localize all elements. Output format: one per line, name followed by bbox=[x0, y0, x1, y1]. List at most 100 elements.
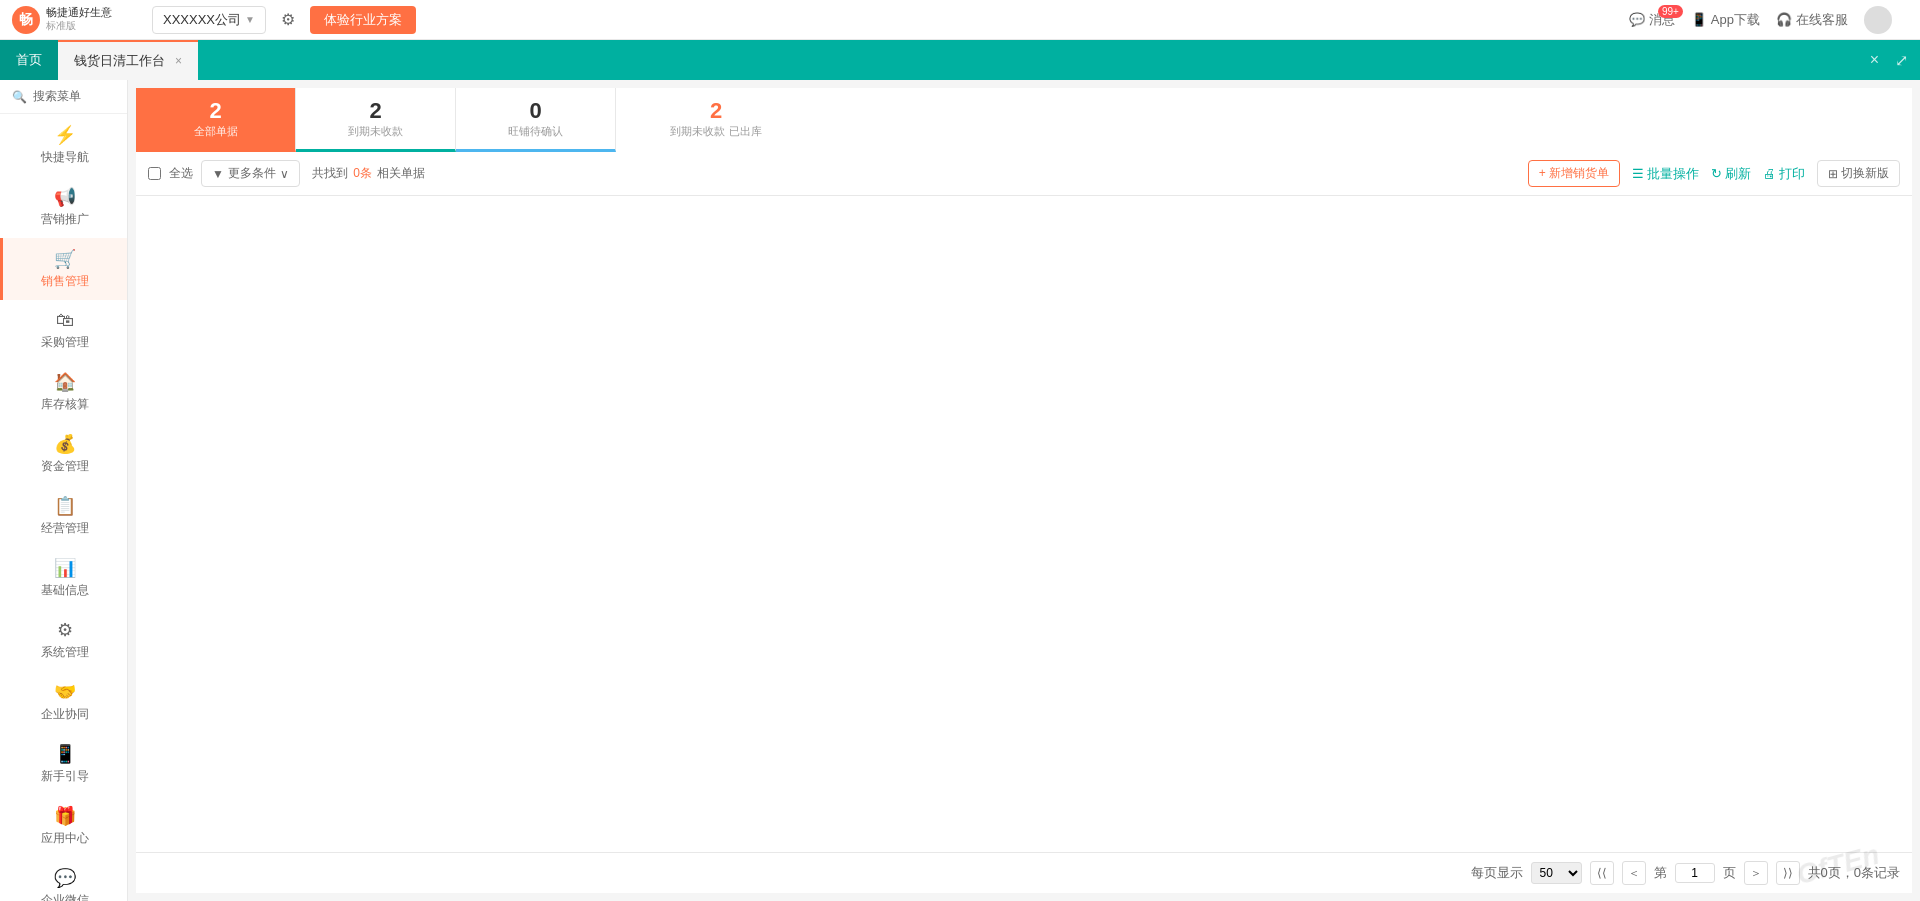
filter-icon: ▼ bbox=[212, 167, 224, 181]
total-records-label: 共0页，0条记录 bbox=[1808, 864, 1900, 882]
last-page-button[interactable]: ⟩⟩ bbox=[1776, 861, 1800, 885]
sidebar-label-finance: 资金管理 bbox=[41, 458, 89, 475]
sidebar-item-operations[interactable]: 📋 经营管理 bbox=[0, 485, 127, 547]
refresh-button[interactable]: ↻ 刷新 bbox=[1711, 165, 1751, 183]
sidebar-item-guide[interactable]: 📱 新手引导 bbox=[0, 733, 127, 795]
sidebar-search[interactable]: 🔍 搜索菜单 bbox=[0, 80, 127, 114]
app-download-button[interactable]: 📱 App下载 bbox=[1691, 11, 1760, 29]
sidebar-item-system[interactable]: ⚙ 系统管理 bbox=[0, 609, 127, 671]
search-menu-label: 搜索菜单 bbox=[33, 88, 81, 105]
chevron-down-icon: ▼ bbox=[245, 14, 255, 25]
logo-title: 畅捷通好生意 bbox=[46, 6, 112, 19]
found-prefix: 共找到 bbox=[312, 166, 348, 180]
weixin-icon: 💬 bbox=[54, 867, 76, 889]
sidebar-label-marketing: 营销推广 bbox=[41, 211, 89, 228]
quick-nav-icon: ⚡ bbox=[54, 124, 76, 146]
next-page-button[interactable]: ＞ bbox=[1744, 861, 1768, 885]
company-selector[interactable]: XXXXXX公司 ▼ bbox=[152, 6, 266, 34]
tab-close-icon[interactable]: × bbox=[175, 54, 182, 68]
tab-close-window-icon[interactable]: × bbox=[1866, 47, 1883, 73]
sidebar-item-base-info[interactable]: 📊 基础信息 bbox=[0, 547, 127, 609]
table-area bbox=[136, 196, 1912, 852]
tab-maximize-icon[interactable]: ⤢ bbox=[1891, 47, 1912, 74]
finance-icon: 💰 bbox=[54, 433, 76, 455]
stat-count-all: 2 bbox=[152, 98, 279, 124]
switch-icon: ⊞ bbox=[1828, 167, 1838, 181]
stat-tab-overdue[interactable]: 2 到期未收款 bbox=[296, 88, 456, 152]
avatar[interactable] bbox=[1864, 6, 1892, 34]
stat-tab-shipped[interactable]: 2 到期未收款 已出库 bbox=[616, 88, 816, 152]
workbench-tab-label: 钱货日清工作台 bbox=[74, 52, 165, 70]
purchase-icon: 🛍 bbox=[56, 310, 74, 331]
logo-subtitle: 标准版 bbox=[46, 19, 112, 33]
sidebar-item-sales[interactable]: 🛒 销售管理 bbox=[0, 238, 127, 300]
sidebar-item-inventory[interactable]: 🏠 库存核算 bbox=[0, 361, 127, 423]
sales-icon: 🛒 bbox=[54, 248, 76, 270]
tab-home[interactable]: 首页 bbox=[0, 40, 58, 80]
tab-bar-right: × ⤢ bbox=[1866, 47, 1920, 74]
sidebar-item-weixin[interactable]: 💬 企业微信 bbox=[0, 857, 127, 901]
page-size-select[interactable]: 50 100 200 bbox=[1531, 862, 1582, 884]
sidebar-item-purchase[interactable]: 🛍 采购管理 bbox=[0, 300, 127, 361]
app-download-label: App下载 bbox=[1711, 11, 1760, 29]
print-button[interactable]: 🖨 打印 bbox=[1763, 165, 1805, 183]
tab-bar: 首页 钱货日清工作台 × × ⤢ bbox=[0, 40, 1920, 80]
sidebar-label-guide: 新手引导 bbox=[41, 768, 89, 785]
batch-action-button[interactable]: ☰ 批量操作 bbox=[1632, 165, 1699, 183]
prev-page-button[interactable]: ＜ bbox=[1622, 861, 1646, 885]
sidebar-label-purchase: 采购管理 bbox=[41, 334, 89, 351]
top-header: 畅 畅捷通好生意 标准版 XXXXXX公司 ▼ ⚙ 体验行业方案 💬 消息 99… bbox=[0, 0, 1920, 40]
first-page-button[interactable]: ⟨⟨ bbox=[1590, 861, 1614, 885]
print-icon: 🖨 bbox=[1763, 166, 1776, 181]
sidebar-label-quick-nav: 快捷导航 bbox=[41, 149, 89, 166]
sidebar-label-system: 系统管理 bbox=[41, 644, 89, 661]
sidebar-item-finance[interactable]: 💰 资金管理 bbox=[0, 423, 127, 485]
main-layout: 🔍 搜索菜单 ⚡ 快捷导航 📢 营销推广 🛒 销售管理 🛍 采购管理 🏠 库存核… bbox=[0, 80, 1920, 901]
settings-button[interactable]: ⚙ bbox=[274, 6, 302, 34]
batch-label: 批量操作 bbox=[1647, 165, 1699, 183]
stat-count-shipped: 2 bbox=[632, 98, 800, 124]
download-icon: 📱 bbox=[1691, 12, 1707, 27]
page-end-label: 页 bbox=[1723, 864, 1736, 882]
stat-count-overdue: 2 bbox=[312, 98, 439, 124]
sidebar-item-app-center[interactable]: 🎁 应用中心 bbox=[0, 795, 127, 857]
trial-button[interactable]: 体验行业方案 bbox=[310, 6, 416, 34]
found-suffix: 相关单据 bbox=[377, 166, 425, 180]
sidebar-label-weixin: 企业微信 bbox=[41, 892, 89, 901]
system-icon: ⚙ bbox=[57, 619, 73, 641]
header-right: 💬 消息 99+ 📱 App下载 🎧 在线客服 bbox=[1629, 6, 1908, 34]
sidebar-item-cooperation[interactable]: 🤝 企业协同 bbox=[0, 671, 127, 733]
guide-icon: 📱 bbox=[54, 743, 76, 765]
per-page-label: 每页显示 bbox=[1471, 864, 1523, 882]
stat-label-pending: 旺铺待确认 bbox=[472, 124, 599, 139]
toolbar-right: + 新增销货单 ☰ 批量操作 ↻ 刷新 🖨 打印 ⊞ 切换新版 bbox=[1528, 160, 1900, 187]
new-order-button[interactable]: + 新增销货单 bbox=[1528, 160, 1620, 187]
stat-label-overdue: 到期未收款 bbox=[312, 124, 439, 139]
chevron-icon: ∨ bbox=[280, 167, 289, 181]
batch-icon: ☰ bbox=[1632, 166, 1644, 181]
message-icon: 💬 bbox=[1629, 12, 1645, 27]
logo-icon: 畅 bbox=[12, 6, 40, 34]
more-conditions-button[interactable]: ▼ 更多条件 ∨ bbox=[201, 160, 300, 187]
refresh-icon: ↻ bbox=[1711, 166, 1722, 181]
select-all-checkbox[interactable] bbox=[148, 167, 161, 180]
online-service-label: 在线客服 bbox=[1796, 11, 1848, 29]
sidebar-label-app-center: 应用中心 bbox=[41, 830, 89, 847]
stat-tab-pending[interactable]: 0 旺铺待确认 bbox=[456, 88, 616, 152]
switch-version-button[interactable]: ⊞ 切换新版 bbox=[1817, 160, 1900, 187]
found-count: 0条 bbox=[353, 166, 372, 180]
page-number-input[interactable] bbox=[1675, 863, 1715, 883]
online-service-button[interactable]: 🎧 在线客服 bbox=[1776, 11, 1848, 29]
stat-tab-all[interactable]: 2 全部单据 bbox=[136, 88, 296, 152]
sidebar-item-marketing[interactable]: 📢 营销推广 bbox=[0, 176, 127, 238]
home-tab-label: 首页 bbox=[16, 51, 42, 69]
stat-label-shipped: 到期未收款 已出库 bbox=[632, 124, 800, 139]
stats-container: 2 全部单据 2 到期未收款 0 旺铺待确认 2 到期未收款 已出库 bbox=[136, 88, 1912, 152]
sidebar-item-quick-nav[interactable]: ⚡ 快捷导航 bbox=[0, 114, 127, 176]
found-text: 共找到 0条 相关单据 bbox=[312, 165, 425, 182]
sidebar-label-operations: 经营管理 bbox=[41, 520, 89, 537]
tab-workbench[interactable]: 钱货日清工作台 × bbox=[58, 40, 198, 80]
messages-button[interactable]: 💬 消息 99+ bbox=[1629, 11, 1675, 29]
marketing-icon: 📢 bbox=[54, 186, 76, 208]
page-label: 第 bbox=[1654, 864, 1667, 882]
